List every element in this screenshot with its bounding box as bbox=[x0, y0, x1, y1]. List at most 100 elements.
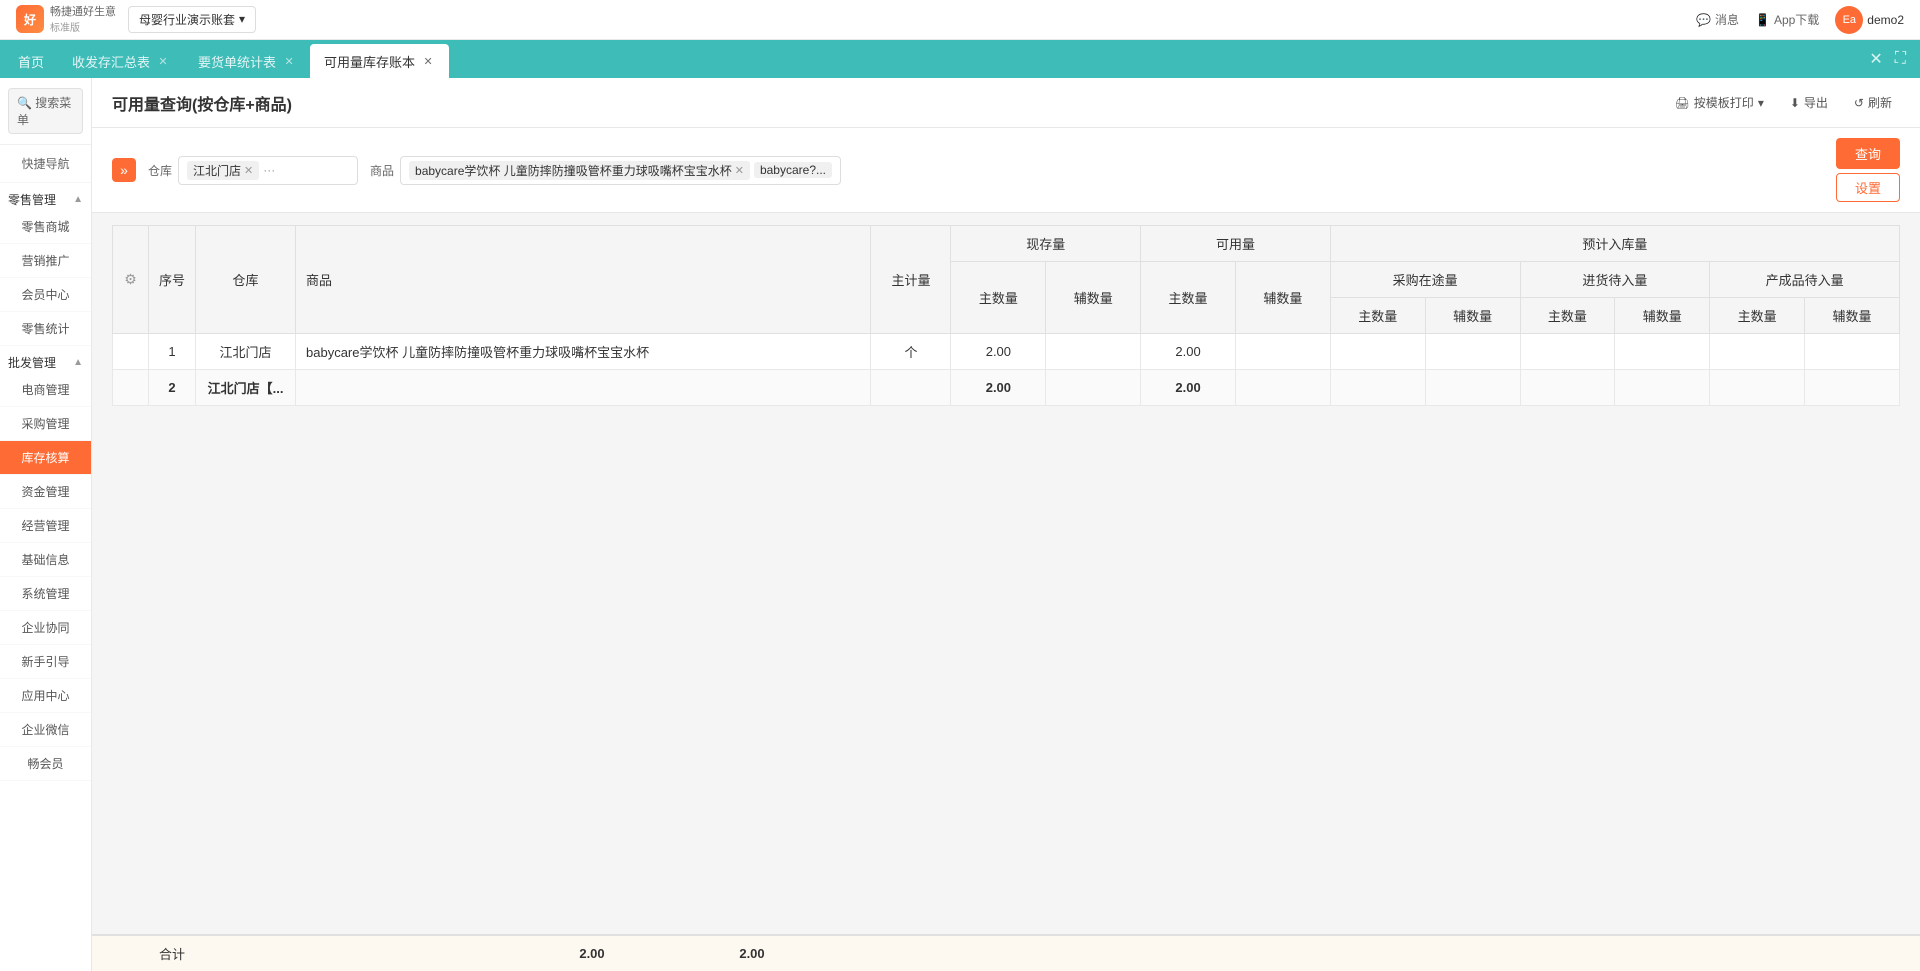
col-warehouse-header: 仓库 bbox=[196, 226, 296, 334]
sidebar-search-area: 🔍 搜索菜单 bbox=[0, 78, 91, 145]
query-btn[interactable]: 查询 bbox=[1836, 138, 1900, 169]
print-label: 按模板打印 bbox=[1694, 94, 1754, 111]
sidebar-enterprise-label: 企业协同 bbox=[21, 621, 69, 635]
product-tag-1-close[interactable]: ✕ bbox=[735, 164, 744, 177]
sidebar-item-inventory[interactable]: 库存核算 bbox=[0, 441, 91, 475]
export-btn[interactable]: ⬇ 导出 bbox=[1782, 90, 1836, 115]
sidebar-inventory-label: 库存核算 bbox=[21, 451, 69, 465]
sidebar-item-purchase[interactable]: 采购管理 bbox=[0, 407, 91, 441]
user-area[interactable]: Ea demo2 bbox=[1835, 6, 1904, 34]
sidebar-item-marketing[interactable]: 营销推广 bbox=[0, 244, 91, 278]
tenant-name: 母婴行业演示账套 bbox=[139, 11, 235, 28]
tab-yaohuo-close[interactable]: ✕ bbox=[282, 54, 296, 68]
sidebar-item-system[interactable]: 系统管理 bbox=[0, 577, 91, 611]
app-name: 畅捷通好生意 bbox=[50, 5, 116, 19]
tab-keyongliang-close[interactable]: ✕ bbox=[421, 54, 435, 68]
warehouse-tag: 江北门店 ✕ bbox=[187, 161, 259, 180]
subtotal-arrival-main bbox=[1520, 370, 1615, 406]
sidebar-item-zero-shop[interactable]: 零售商城 bbox=[0, 210, 91, 244]
sidebar-item-enterprise[interactable]: 企业协同 bbox=[0, 611, 91, 645]
main-layout: 🔍 搜索菜单 快捷导航 零售管理 ▲ 零售商城 营销推广 会员中心 零售统计 批… bbox=[0, 78, 1920, 971]
settings-gear-icon[interactable]: ⚙ bbox=[124, 271, 137, 287]
col-arrival-aux-header: 辅数量 bbox=[1615, 298, 1710, 334]
tab-bar-right: ✕ ⛶ bbox=[1867, 40, 1916, 78]
filter-expand-btn[interactable]: » bbox=[112, 158, 136, 182]
inventory-table: ⚙ 序号 仓库 商品 主计量 现存量 可用量 预计入库量 主数量 辅数量 主数量 bbox=[112, 225, 1900, 406]
tab-home[interactable]: 首页 bbox=[4, 44, 58, 78]
cell-no: 1 bbox=[149, 334, 196, 370]
warehouse-tag-close[interactable]: ✕ bbox=[244, 164, 253, 177]
product-tag-1-value: babycare学饮杯 儿童防摔防撞吸管杯重力球吸嘴杯宝宝水杯 bbox=[415, 162, 732, 179]
filter-bar: » 仓库 江北门店 ✕ ··· 商品 babycare学饮杯 儿童防摔防撞吸管杯… bbox=[92, 128, 1920, 213]
product-tag-2: babycare?... bbox=[754, 162, 832, 178]
col-arrival-header: 进货待入量 bbox=[1520, 262, 1710, 298]
sidebar-item-appstore[interactable]: 应用中心 bbox=[0, 679, 91, 713]
chevron-up-icon-2: ▲ bbox=[73, 357, 83, 368]
download-btn[interactable]: 📱 App下载 bbox=[1755, 11, 1819, 28]
chevron-down-icon: ▾ bbox=[239, 12, 245, 26]
sidebar-item-vip[interactable]: 畅会员 bbox=[0, 747, 91, 781]
refresh-btn[interactable]: ↺ 刷新 bbox=[1846, 90, 1900, 115]
tab-expand-btn[interactable]: ⛶ bbox=[1893, 48, 1908, 70]
search-menu-btn[interactable]: 🔍 搜索菜单 bbox=[8, 88, 83, 134]
sidebar-section-batch[interactable]: 批发管理 ▲ bbox=[0, 346, 91, 373]
cell-finished-main bbox=[1710, 334, 1805, 370]
tab-shoufacun-close[interactable]: ✕ bbox=[156, 54, 170, 68]
tab-close-all-btn[interactable]: ✕ bbox=[1867, 47, 1884, 71]
header-right: 💬 消息 📱 App下载 Ea demo2 bbox=[1696, 6, 1904, 34]
sidebar-item-quick-nav[interactable]: 快捷导航 bbox=[0, 145, 91, 183]
refresh-icon: ↺ bbox=[1854, 96, 1864, 110]
tab-yaohuo[interactable]: 要货单统计表 ✕ bbox=[184, 44, 310, 78]
export-icon: ⬇ bbox=[1790, 96, 1800, 110]
col-pur-transit-aux-header: 辅数量 bbox=[1425, 298, 1520, 334]
warehouse-label: 仓库 bbox=[148, 162, 172, 179]
cell-pur-main bbox=[1330, 334, 1425, 370]
sidebar-item-zero-stat[interactable]: 零售统计 bbox=[0, 312, 91, 346]
sidebar-item-newbie[interactable]: 新手引导 bbox=[0, 645, 91, 679]
warehouse-filter-group: 仓库 江北门店 ✕ ··· bbox=[148, 156, 358, 185]
cell-avail-aux bbox=[1235, 334, 1330, 370]
footer-avail-main: 2.00 bbox=[712, 946, 792, 961]
app-version: 标准版 bbox=[50, 19, 116, 34]
tab-shoufacun[interactable]: 收发存汇总表 ✕ bbox=[58, 44, 184, 78]
cell-product: babycare学饮杯 儿童防摔防撞吸管杯重力球吸嘴杯宝宝水杯 bbox=[296, 334, 871, 370]
print-btn[interactable]: 🖨 按模板打印 ▾ bbox=[1667, 90, 1772, 115]
product-label: 商品 bbox=[370, 162, 394, 179]
sidebar-item-ecom[interactable]: 电商管理 bbox=[0, 373, 91, 407]
message-btn[interactable]: 💬 消息 bbox=[1696, 11, 1739, 28]
footer-spacer bbox=[232, 946, 552, 961]
col-pur-transit-main-header: 主数量 bbox=[1330, 298, 1425, 334]
tab-bar: 首页 收发存汇总表 ✕ 要货单统计表 ✕ 可用量库存账本 ✕ ✕ ⛶ bbox=[0, 40, 1920, 78]
cell-stock-aux bbox=[1046, 334, 1141, 370]
product-input[interactable]: babycare学饮杯 儿童防摔防撞吸管杯重力球吸嘴杯宝宝水杯 ✕ babyca… bbox=[400, 156, 841, 185]
warehouse-input[interactable]: 江北门店 ✕ ··· bbox=[178, 156, 358, 185]
sidebar-item-operation[interactable]: 经营管理 bbox=[0, 509, 91, 543]
cell-finished-aux bbox=[1805, 334, 1900, 370]
table-footer: 合计 2.00 2.00 bbox=[92, 934, 1920, 971]
header-left: 好 畅捷通好生意 标准版 母婴行业演示账套 ▾ bbox=[16, 5, 256, 34]
sidebar-section-zero-sales[interactable]: 零售管理 ▲ bbox=[0, 183, 91, 210]
sidebar-item-finance[interactable]: 资金管理 bbox=[0, 475, 91, 509]
tab-shoufacun-label: 收发存汇总表 bbox=[72, 52, 150, 71]
tab-keyongliang[interactable]: 可用量库存账本 ✕ bbox=[310, 44, 449, 78]
export-label: 导出 bbox=[1804, 94, 1828, 111]
tenant-selector[interactable]: 母婴行业演示账套 ▾ bbox=[128, 6, 256, 33]
warehouse-tag-value: 江北门店 bbox=[193, 162, 241, 179]
col-planned-header: 预计入库量 bbox=[1330, 226, 1899, 262]
col-unit-header: 主计量 bbox=[871, 226, 951, 334]
sidebar-item-wechat[interactable]: 企业微信 bbox=[0, 713, 91, 747]
sidebar-member-label: 会员中心 bbox=[21, 288, 69, 302]
sidebar-purchase-label: 采购管理 bbox=[21, 417, 69, 431]
download-icon: 📱 bbox=[1755, 13, 1770, 27]
sidebar-basic-label: 基础信息 bbox=[21, 553, 69, 567]
col-arrival-main-header: 主数量 bbox=[1520, 298, 1615, 334]
setting-btn[interactable]: 设置 bbox=[1836, 173, 1900, 202]
sidebar-item-basic[interactable]: 基础信息 bbox=[0, 543, 91, 577]
warehouse-more-btn[interactable]: ··· bbox=[263, 163, 275, 177]
message-label: 消息 bbox=[1715, 11, 1739, 28]
subtotal-avail-aux bbox=[1235, 370, 1330, 406]
subtotal-pur-main bbox=[1330, 370, 1425, 406]
col-pur-transit-header: 采购在途量 bbox=[1330, 262, 1520, 298]
tab-yaohuo-label: 要货单统计表 bbox=[198, 52, 276, 71]
sidebar-item-member[interactable]: 会员中心 bbox=[0, 278, 91, 312]
